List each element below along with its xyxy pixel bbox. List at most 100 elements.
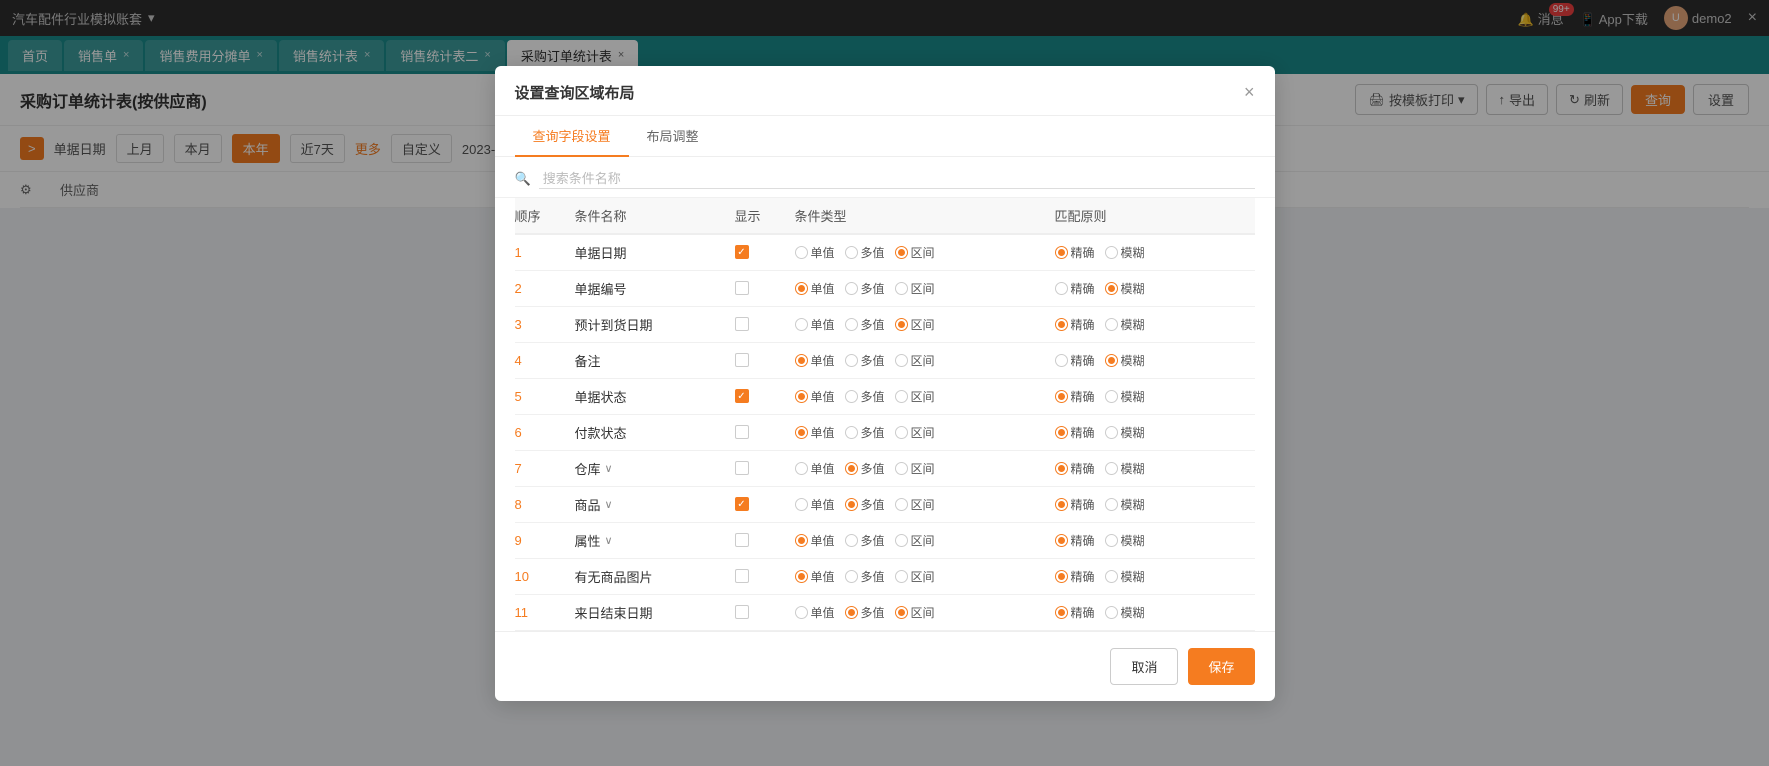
radio-match-match_fuzzy[interactable]: 模糊 (1105, 424, 1145, 441)
radio-match-match_fuzzy[interactable]: 模糊 (1105, 352, 1145, 369)
radio-match-match_exact[interactable]: 精确 (1055, 244, 1095, 261)
checkbox[interactable] (735, 569, 749, 583)
radio-match-match_fuzzy[interactable]: 模糊 (1105, 244, 1145, 261)
checkbox[interactable]: ✓ (735, 245, 749, 259)
radio-type-type_multi[interactable]: 多值 (845, 280, 885, 297)
radio-match-match_fuzzy[interactable]: 模糊 (1105, 568, 1145, 585)
radio-type-type_single[interactable]: 单值 (795, 532, 835, 549)
row-name-text: 单据编号 (575, 279, 627, 298)
radio-type-type_multi[interactable]: 多值 (845, 388, 885, 405)
radio-circle (1055, 462, 1068, 475)
radio-type-type_single[interactable]: 单值 (795, 604, 835, 621)
radio-type-type_multi[interactable]: 多值 (845, 460, 885, 477)
radio-circle (795, 282, 808, 295)
cancel-button[interactable]: 取消 (1110, 648, 1178, 685)
radio-match-match_fuzzy[interactable]: 模糊 (1105, 604, 1145, 621)
row-checkbox-4[interactable]: ✓ (735, 389, 795, 403)
row-name-text: 有无商品图片 (575, 567, 653, 586)
radio-match-match_exact[interactable]: 精确 (1055, 280, 1095, 297)
radio-type-type_single[interactable]: 单值 (795, 568, 835, 585)
dialog-close-button[interactable]: × (1244, 82, 1255, 103)
checkbox[interactable] (735, 281, 749, 295)
radio-type-type_single[interactable]: 单值 (795, 244, 835, 261)
radio-match-match_exact[interactable]: 精确 (1055, 496, 1095, 513)
radio-match-match_exact[interactable]: 精确 (1055, 532, 1095, 549)
checkbox[interactable] (735, 605, 749, 619)
row-checkbox-0[interactable]: ✓ (735, 245, 795, 259)
radio-type-type_range[interactable]: 区间 (895, 496, 935, 513)
radio-type-type_range[interactable]: 区间 (895, 316, 935, 333)
radio-type-type_single[interactable]: 单值 (795, 496, 835, 513)
radio-type-type_multi[interactable]: 多值 (845, 532, 885, 549)
radio-match-match_fuzzy[interactable]: 模糊 (1105, 280, 1145, 297)
radio-type-type_multi[interactable]: 多值 (845, 424, 885, 441)
radio-type-type_range[interactable]: 区间 (895, 568, 935, 585)
radio-type-type_range[interactable]: 区间 (895, 280, 935, 297)
row-name-text: 单据状态 (575, 387, 627, 406)
radio-match-match_exact[interactable]: 精确 (1055, 460, 1095, 477)
row-checkbox-5[interactable] (735, 425, 795, 439)
radio-circle (895, 426, 908, 439)
radio-type-type_single[interactable]: 单值 (795, 352, 835, 369)
radio-match-match_exact[interactable]: 精确 (1055, 424, 1095, 441)
row-checkbox-2[interactable] (735, 317, 795, 331)
row-checkbox-7[interactable]: ✓ (735, 497, 795, 511)
radio-type-type_range[interactable]: 区间 (895, 388, 935, 405)
checkbox[interactable] (735, 353, 749, 367)
checkbox[interactable] (735, 533, 749, 547)
radio-match-match_exact[interactable]: 精确 (1055, 388, 1095, 405)
radio-type-type_range[interactable]: 区间 (895, 424, 935, 441)
table-row: 7仓库 ∨单值多值区间精确模糊 (515, 451, 1255, 487)
row-checkbox-1[interactable] (735, 281, 795, 295)
row-checkbox-8[interactable] (735, 533, 795, 547)
radio-type-type_single[interactable]: 单值 (795, 316, 835, 333)
radio-type-type_multi[interactable]: 多值 (845, 316, 885, 333)
radio-type-type_multi[interactable]: 多值 (845, 496, 885, 513)
checkbox[interactable] (735, 461, 749, 475)
save-button[interactable]: 保存 (1188, 648, 1254, 685)
radio-type-type_range[interactable]: 区间 (895, 244, 935, 261)
radio-type-type_single[interactable]: 单值 (795, 424, 835, 441)
radio-type-type_multi[interactable]: 多值 (845, 352, 885, 369)
row-type-4: 单值多值区间 (795, 388, 1055, 405)
radio-match-match_exact[interactable]: 精确 (1055, 352, 1095, 369)
row-num-label: 8 (515, 497, 522, 512)
radio-match-match_fuzzy[interactable]: 模糊 (1105, 316, 1145, 333)
checkbox[interactable]: ✓ (735, 389, 749, 403)
row-checkbox-3[interactable] (735, 353, 795, 367)
checkbox[interactable]: ✓ (735, 497, 749, 511)
dropdown-icon: ∨ (605, 534, 613, 547)
radio-type-type_multi[interactable]: 多值 (845, 604, 885, 621)
dialog-title: 设置查询区域布局 (515, 82, 635, 103)
radio-circle (845, 282, 858, 295)
checkbox[interactable] (735, 317, 749, 331)
radio-type-type_range[interactable]: 区间 (895, 352, 935, 369)
radio-type-type_multi[interactable]: 多值 (845, 568, 885, 585)
search-input[interactable] (539, 169, 1255, 189)
radio-match-match_exact[interactable]: 精确 (1055, 568, 1095, 585)
row-num-label: 6 (515, 425, 522, 440)
radio-type-type_range[interactable]: 区间 (895, 532, 935, 549)
row-name-text: 预计到货日期 (575, 315, 653, 334)
radio-label: 多值 (861, 568, 885, 585)
checkbox[interactable] (735, 425, 749, 439)
table-row: 4备注单值多值区间精确模糊 (515, 343, 1255, 379)
radio-match-match_fuzzy[interactable]: 模糊 (1105, 460, 1145, 477)
row-checkbox-9[interactable] (735, 569, 795, 583)
radio-type-type_range[interactable]: 区间 (895, 604, 935, 621)
dialog-tab-layout[interactable]: 布局调整 (629, 116, 717, 157)
radio-match-match_fuzzy[interactable]: 模糊 (1105, 496, 1145, 513)
row-checkbox-10[interactable] (735, 605, 795, 619)
radio-type-type_single[interactable]: 单值 (795, 388, 835, 405)
radio-type-type_multi[interactable]: 多值 (845, 244, 885, 261)
radio-match-match_fuzzy[interactable]: 模糊 (1105, 388, 1145, 405)
radio-type-type_single[interactable]: 单值 (795, 460, 835, 477)
radio-type-type_range[interactable]: 区间 (895, 460, 935, 477)
row-checkbox-6[interactable] (735, 461, 795, 475)
radio-match-match_exact[interactable]: 精确 (1055, 604, 1095, 621)
radio-type-type_single[interactable]: 单值 (795, 280, 835, 297)
dialog-tab-query-fields[interactable]: 查询字段设置 (515, 116, 629, 157)
radio-match-match_fuzzy[interactable]: 模糊 (1105, 532, 1145, 549)
radio-circle (895, 246, 908, 259)
radio-match-match_exact[interactable]: 精确 (1055, 316, 1095, 333)
